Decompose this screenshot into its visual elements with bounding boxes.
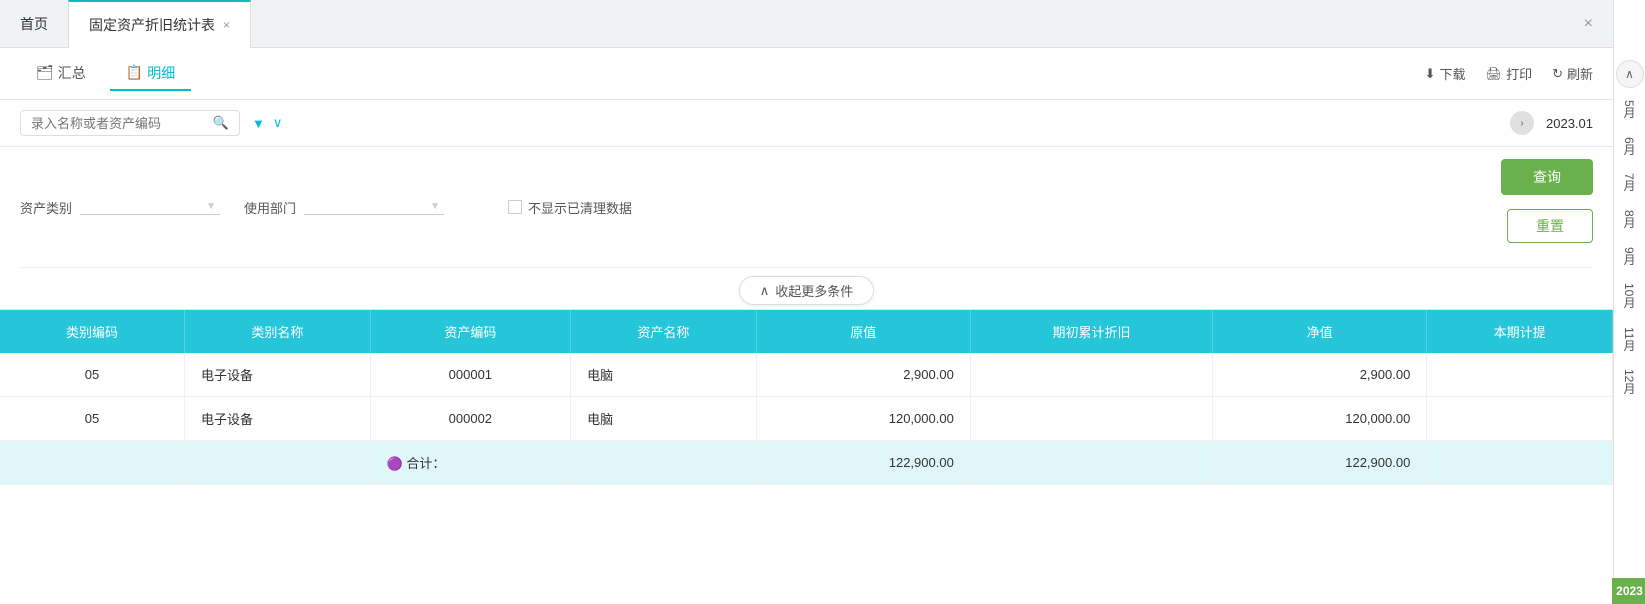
department-arrow-icon: ▼ (430, 201, 440, 212)
month-nav-item[interactable]: 12月 (1621, 361, 1638, 402)
refresh-label: 刷新 (1567, 64, 1593, 83)
detail-icon: 📋 (126, 64, 143, 81)
asset-category-label: 资产类别 (20, 198, 72, 217)
col-accumulated-depreciation: 期初累计折旧 (970, 310, 1212, 353)
year-label[interactable]: 2023 (1612, 578, 1645, 604)
filter-icon: ▼ (252, 116, 265, 131)
hide-cleared-checkbox[interactable] (508, 200, 522, 214)
refresh-button[interactable]: ↻ 刷新 (1552, 64, 1593, 83)
asset-category-select[interactable]: ▼ (80, 199, 220, 215)
tab-summary-label: 汇总 (58, 63, 86, 83)
department-select[interactable]: ▼ (304, 199, 444, 215)
refresh-icon: ↻ (1552, 66, 1563, 82)
toolbar-actions: ⬇ 下载 🖨 打印 ↻ 刷新 (1425, 64, 1593, 83)
hide-cleared-label: 不显示已清理数据 (528, 198, 632, 217)
download-button[interactable]: ⬇ 下载 (1425, 64, 1466, 83)
reset-button[interactable]: 重置 (1507, 209, 1593, 243)
chevron-right-icon: › (1520, 118, 1523, 129)
print-icon: 🖨 (1486, 66, 1503, 82)
tab-bar: 首页 固定资产折旧统计表 × × (0, 0, 1613, 48)
action-buttons: 查询 重置 (1501, 159, 1593, 255)
filter-row: 资产类别 ▼ 使用部门 ▼ 不显示已清理数据 查询 重置 (20, 159, 1593, 267)
filter-area: 资产类别 ▼ 使用部门 ▼ 不显示已清理数据 查询 重置 (0, 147, 1613, 310)
download-label: 下载 (1440, 64, 1466, 83)
table-header-row: 类别编码 类别名称 资产编码 资产名称 原值 期初累计折旧 净值 本期计提 (0, 310, 1613, 353)
tab-close-icon[interactable]: × (223, 18, 230, 32)
query-button[interactable]: 查询 (1501, 159, 1593, 195)
table-row: 05电子设备000002电脑120,000.00120,000.00 (0, 397, 1613, 441)
search-input[interactable] (31, 116, 213, 131)
asset-category-field: 资产类别 ▼ (20, 198, 220, 217)
summary-icon: 🗂 (36, 64, 54, 81)
month-nav-item[interactable]: 6月 (1621, 129, 1638, 164)
data-table-wrap: 类别编码 类别名称 资产编码 资产名称 原值 期初累计折旧 净值 本期计提 05… (0, 310, 1613, 604)
toolbar: 🗂 汇总 📋 明细 ⬇ 下载 🖨 打印 ↻ 刷新 (0, 48, 1613, 100)
tab-home-label: 首页 (20, 14, 48, 34)
asset-category-arrow-icon: ▼ (206, 201, 216, 212)
department-field: 使用部门 ▼ (244, 198, 444, 217)
col-asset-name: 资产名称 (571, 310, 757, 353)
right-panel: ∧ 5月6月7月8月9月10月 11月 12月 2023 (1613, 0, 1645, 604)
print-label: 打印 (1506, 64, 1532, 83)
total-row: 🟣 合计：122,900.00122,900.00 (0, 441, 1613, 485)
month-nav-item[interactable]: 11月 (1621, 319, 1638, 359)
hide-cleared-wrap: 不显示已清理数据 (508, 198, 632, 217)
date-display: 2023.01 (1546, 116, 1593, 131)
col-category-name: 类别名称 (185, 310, 371, 353)
collapse-icon: ∧ (760, 283, 770, 299)
print-button[interactable]: 🖨 打印 (1486, 64, 1533, 83)
department-label: 使用部门 (244, 198, 296, 217)
search-wrap: 🔍 (20, 110, 240, 136)
col-original-value: 原值 (756, 310, 970, 353)
tab-detail-label: 明细 (147, 63, 175, 83)
month-nav-item[interactable]: 9月 (1621, 239, 1638, 274)
month-nav-item[interactable]: 5月 (1621, 92, 1638, 127)
expand-panel-button[interactable]: › (1510, 111, 1534, 135)
col-net-value: 净值 (1213, 310, 1427, 353)
tab-home[interactable]: 首页 (0, 0, 68, 48)
month-nav-item[interactable]: 10月 (1621, 275, 1638, 316)
chevron-down-icon: ∨ (273, 115, 283, 131)
global-close-button[interactable]: × (1584, 15, 1613, 33)
scroll-up-button[interactable]: ∧ (1616, 60, 1644, 88)
download-icon: ⬇ (1425, 66, 1436, 82)
tab-detail[interactable]: 📋 明细 (110, 57, 191, 91)
col-category-code: 类别编码 (0, 310, 185, 353)
tab-active[interactable]: 固定资产折旧统计表 × (68, 0, 251, 48)
collapse-label: 收起更多条件 (775, 281, 853, 300)
data-table: 类别编码 类别名称 资产编码 资产名称 原值 期初累计折旧 净值 本期计提 05… (0, 310, 1613, 485)
more-conditions-button[interactable]: ▼ ∨ (252, 115, 282, 131)
tab-active-label: 固定资产折旧统计表 (89, 15, 215, 35)
col-current-period: 本期计提 (1427, 310, 1613, 353)
month-nav: 5月6月7月8月9月10月 11月 12月 (1621, 92, 1638, 578)
col-asset-code: 资产编码 (370, 310, 570, 353)
month-nav-item[interactable]: 7月 (1621, 165, 1638, 200)
collapse-button[interactable]: ∧ 收起更多条件 (739, 276, 875, 305)
tab-summary[interactable]: 🗂 汇总 (20, 57, 102, 91)
search-bar: 🔍 ▼ ∨ › 2023.01 (0, 100, 1613, 147)
search-icon: 🔍 (213, 115, 229, 131)
collapse-bar: ∧ 收起更多条件 (20, 267, 1593, 309)
table-row: 05电子设备000001电脑2,900.002,900.00 (0, 353, 1613, 397)
month-nav-item[interactable]: 8月 (1621, 202, 1638, 237)
